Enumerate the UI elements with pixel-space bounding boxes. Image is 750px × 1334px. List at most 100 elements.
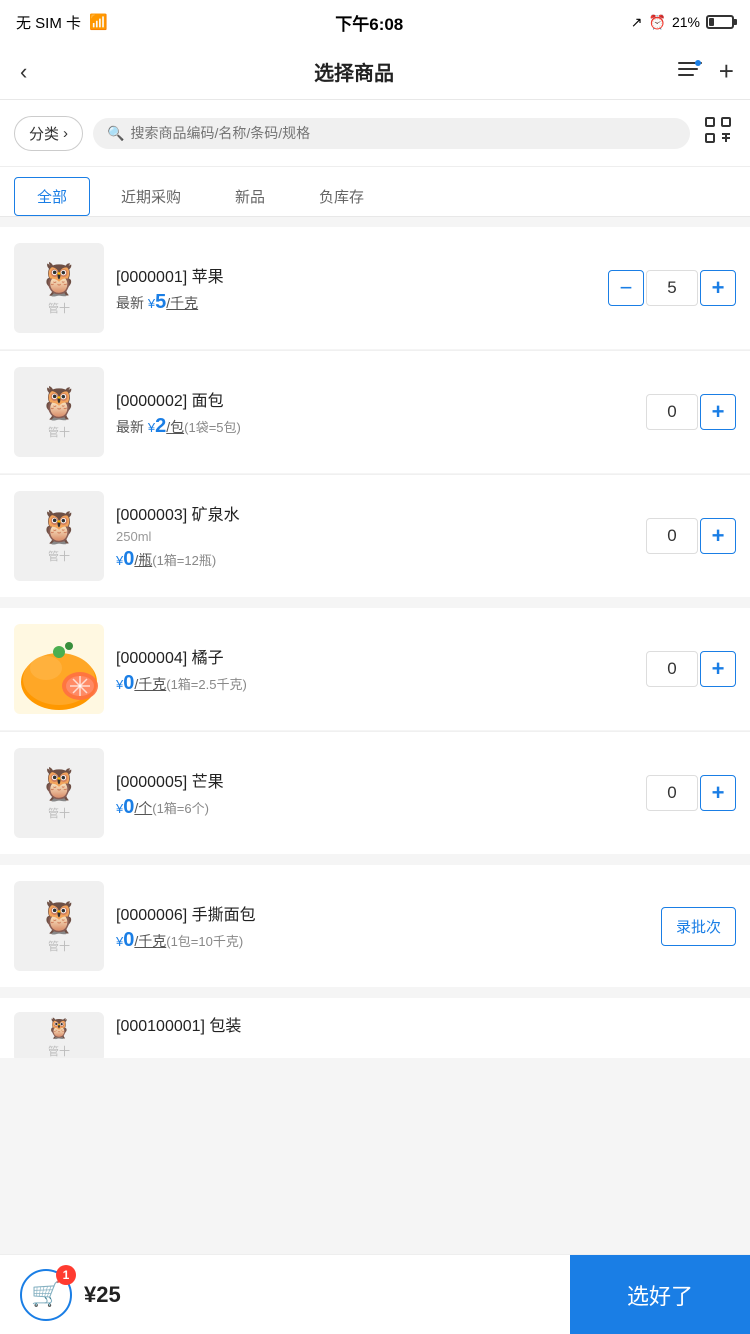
- owl-icon: 🦉: [39, 384, 79, 422]
- qty-input[interactable]: [646, 651, 698, 687]
- carrier-text: 无 SIM 卡: [16, 12, 81, 33]
- bottom-bar: 🛒 1 ¥25 选好了: [0, 1254, 750, 1334]
- chevron-right-icon: ›: [63, 125, 68, 142]
- product-name: [0000001] 苹果: [116, 263, 596, 287]
- price-extra: (1箱=12瓶): [152, 553, 216, 568]
- increment-button[interactable]: +: [700, 270, 736, 306]
- status-bar: 无 SIM 卡 📶 下午6:08 ↗ ⏰ 21%: [0, 0, 750, 44]
- category-button[interactable]: 分类 ›: [14, 116, 83, 151]
- scan-icon[interactable]: [700, 112, 736, 154]
- product-name: [0000004] 橘子: [116, 644, 634, 668]
- cart-total: ¥25: [84, 1282, 121, 1308]
- increment-button[interactable]: +: [700, 394, 736, 430]
- back-button[interactable]: ‹: [16, 55, 31, 89]
- increment-button[interactable]: +: [700, 775, 736, 811]
- price-extra: (1箱=2.5千克): [166, 677, 247, 692]
- page-title: 选择商品: [314, 57, 394, 86]
- tab-negative[interactable]: 负库存: [296, 177, 387, 216]
- tab-recent[interactable]: 近期采购: [98, 177, 204, 216]
- brand-text: 管十: [48, 938, 70, 954]
- owl-logo: 🦉 管十: [14, 881, 104, 971]
- price-amount: 0: [123, 672, 134, 694]
- price-unit: /个: [134, 800, 152, 816]
- decrement-button[interactable]: −: [608, 270, 644, 306]
- owl-logo: 🦉 管十: [14, 491, 104, 581]
- owl-logo: 🦉 管十: [14, 243, 104, 333]
- qty-control-0000005: +: [646, 775, 736, 811]
- price-label: 最新: [116, 419, 144, 435]
- product-info-0000001: [0000001] 苹果 最新 ¥5/千克: [116, 263, 596, 314]
- batch-button[interactable]: 录批次: [661, 907, 736, 946]
- qty-control-0000004: +: [646, 651, 736, 687]
- qty-input[interactable]: [646, 270, 698, 306]
- price-unit: /千克: [134, 933, 166, 949]
- cart-icon: 🛒: [31, 1280, 61, 1309]
- product-name: [0000003] 矿泉水: [116, 501, 634, 525]
- price-extra: (1袋=5包): [184, 420, 241, 435]
- owl-logo: 🦉 管十: [14, 367, 104, 457]
- product-item-000100001: 🦉 管十 [000100001] 包装: [0, 998, 750, 1058]
- confirm-button[interactable]: 选好了: [570, 1255, 750, 1334]
- nav-right: +: [677, 56, 734, 87]
- cart-icon-wrap[interactable]: 🛒 1: [20, 1269, 72, 1321]
- price-amount: 0: [123, 929, 134, 951]
- brand-text: 管十: [48, 805, 70, 821]
- search-icon: 🔍: [107, 125, 124, 142]
- tab-all[interactable]: 全部: [14, 177, 90, 216]
- product-info-000100001: [000100001] 包装: [116, 1012, 736, 1040]
- price-amount: 2: [155, 415, 166, 437]
- qty-input[interactable]: [646, 518, 698, 554]
- product-name: [000100001] 包装: [116, 1012, 736, 1036]
- price-unit: /千克: [166, 295, 198, 311]
- increment-button[interactable]: +: [700, 651, 736, 687]
- owl-icon: 🦉: [39, 898, 79, 936]
- product-info-0000003: [0000003] 矿泉水 250ml ¥0/瓶(1箱=12瓶): [116, 501, 634, 571]
- battery-icon: [706, 15, 734, 29]
- product-thumb-0000003: 🦉 管十: [14, 491, 104, 581]
- product-spec: 250ml: [116, 529, 634, 544]
- qty-input[interactable]: [646, 775, 698, 811]
- brand-text: 管十: [48, 1043, 70, 1059]
- owl-icon: 🦉: [47, 1016, 72, 1041]
- nav-bar: ‹ 选择商品 +: [0, 44, 750, 100]
- price-unit: /瓶: [134, 552, 152, 568]
- price-amount: 0: [123, 796, 134, 818]
- product-thumb-0000001: 🦉 管十: [14, 243, 104, 333]
- time-display: 下午6:08: [335, 10, 403, 35]
- product-item-0000005: 🦉 管十 [0000005] 芒果 ¥0/个(1箱=6个) +: [0, 732, 750, 854]
- qty-input[interactable]: [646, 394, 698, 430]
- price-unit: /千克: [134, 676, 166, 692]
- owl-logo: 🦉 管十: [14, 748, 104, 838]
- increment-button[interactable]: +: [700, 518, 736, 554]
- status-right: ↗ ⏰ 21%: [631, 14, 734, 31]
- status-left: 无 SIM 卡 📶: [16, 12, 108, 33]
- product-price: 最新 ¥5/千克: [116, 291, 596, 314]
- qty-control-0000006: 录批次: [661, 907, 736, 946]
- product-price: ¥0/瓶(1箱=12瓶): [116, 548, 634, 571]
- product-item-0000002: 🦉 管十 [0000002] 面包 最新 ¥2/包(1袋=5包) +: [0, 351, 750, 473]
- product-item-0000003: 🦉 管十 [0000003] 矿泉水 250ml ¥0/瓶(1箱=12瓶) +: [0, 475, 750, 597]
- cart-badge: 1: [56, 1265, 76, 1285]
- owl-logo: 🦉 管十: [14, 1012, 104, 1058]
- product-name: [0000006] 手撕面包: [116, 901, 649, 925]
- price-extra: (1箱=6个): [152, 801, 209, 816]
- brand-text: 管十: [48, 548, 70, 564]
- filter-icon[interactable]: [677, 58, 703, 86]
- search-box: 🔍: [93, 118, 690, 149]
- product-info-0000006: [0000006] 手撕面包 ¥0/千克(1包=10千克): [116, 901, 649, 952]
- wifi-icon: 📶: [89, 13, 108, 31]
- search-input[interactable]: [130, 125, 676, 141]
- filter-bar: 分类 › 🔍: [0, 100, 750, 167]
- product-thumb-0000006: 🦉 管十: [14, 881, 104, 971]
- orange-image: [14, 624, 104, 714]
- qty-control-0000003: +: [646, 518, 736, 554]
- product-item-0000004: [0000004] 橘子 ¥0/千克(1箱=2.5千克) +: [0, 608, 750, 730]
- brand-text: 管十: [48, 300, 70, 316]
- category-label: 分类: [29, 123, 59, 144]
- product-list: 🦉 管十 [0000001] 苹果 最新 ¥5/千克 − + 🦉 管十 [: [0, 227, 750, 1139]
- price-unit: /包: [166, 419, 184, 435]
- tab-new[interactable]: 新品: [212, 177, 288, 216]
- brand-text: 管十: [48, 424, 70, 440]
- location-icon: ↗: [631, 14, 643, 31]
- add-icon[interactable]: +: [719, 56, 734, 87]
